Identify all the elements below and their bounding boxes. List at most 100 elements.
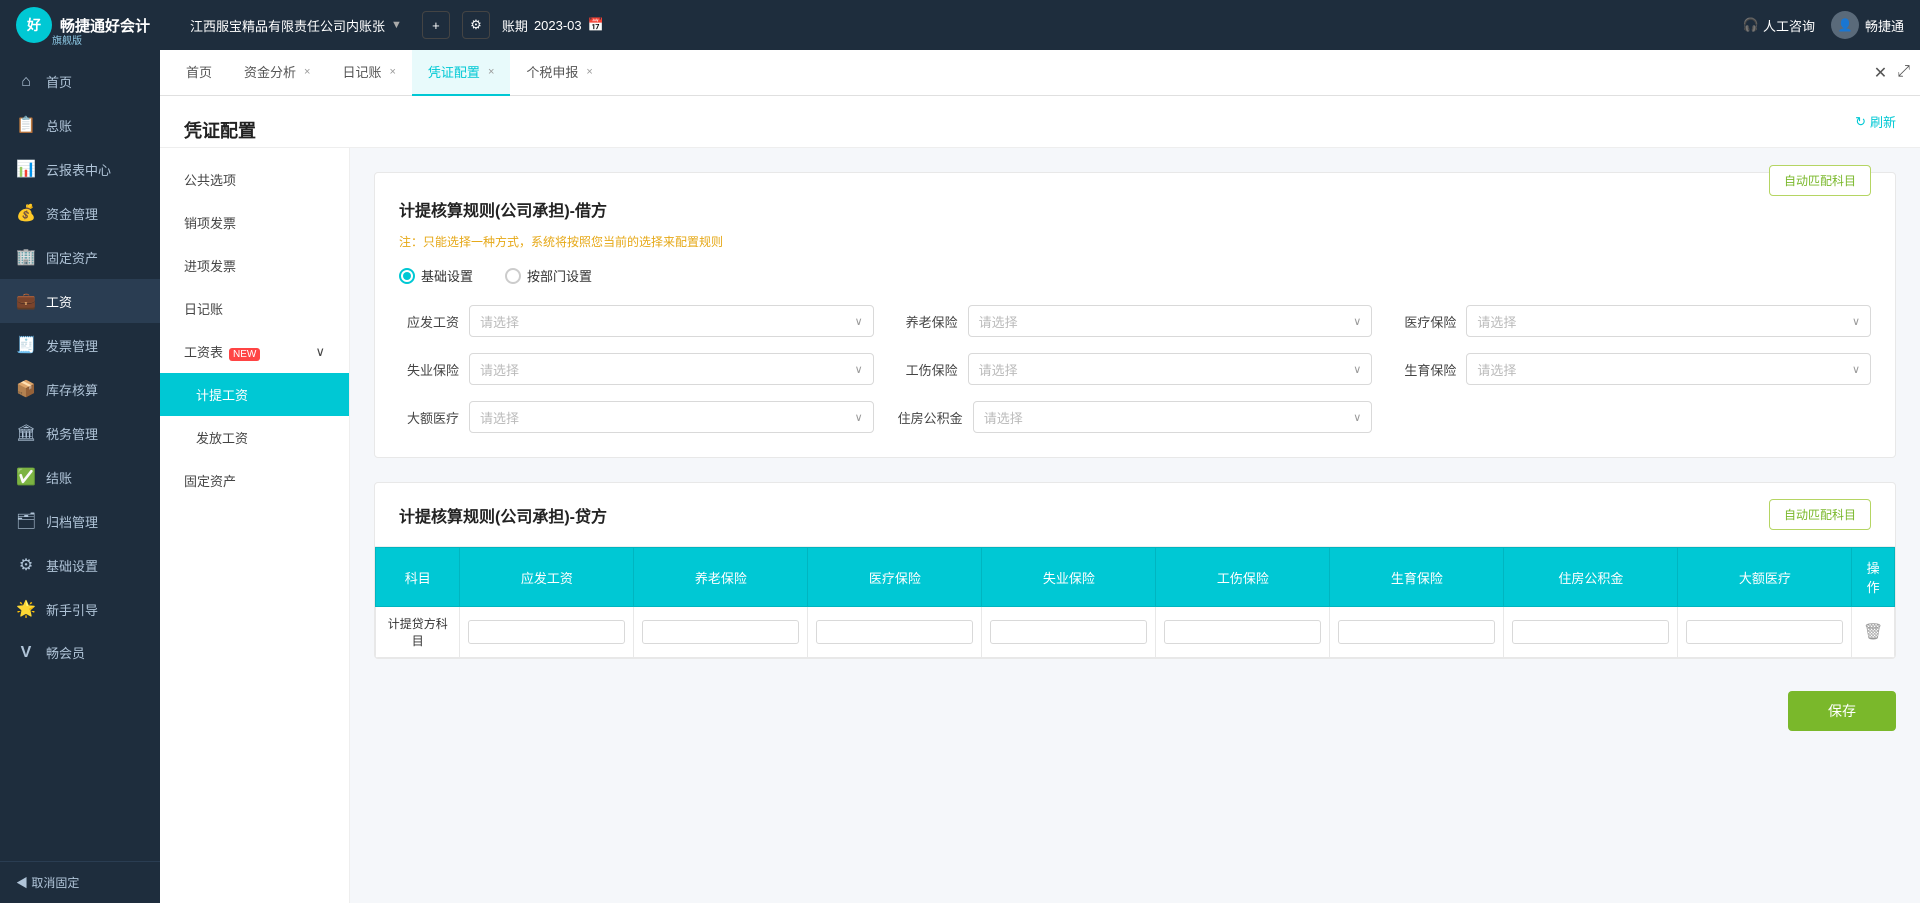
archive-icon: 🗂 (16, 511, 36, 531)
tab-voucher-config-label: 凭证配置 (428, 62, 480, 81)
select-yf-salary-arrow: ∨ (855, 315, 863, 328)
tab-tax-report-close[interactable]: × (586, 66, 592, 78)
customer-service-label: 人工咨询 (1763, 16, 1815, 35)
form-area: 计提核算规则(公司承担)-借方 注：只能选择一种方式，系统将按照您当前的选择来配… (350, 148, 1920, 903)
cell-injury[interactable] (1156, 607, 1330, 658)
sidebar-item-label: 固定资产 (46, 248, 98, 267)
select-maternity[interactable]: 请选择 ∨ (1466, 353, 1871, 385)
sidebar-item-archive[interactable]: 🗂 归档管理 (0, 499, 160, 543)
sidebar-item-salary[interactable]: 💼 工资 (0, 279, 160, 323)
sidebar-item-invoice[interactable]: 🧾 发票管理 (0, 323, 160, 367)
input-medical[interactable] (816, 620, 973, 644)
cell-yf-salary[interactable] (460, 607, 634, 658)
select-medical[interactable]: 请选择 ∨ (1466, 305, 1871, 337)
logo-icon: 好 (16, 7, 52, 43)
cell-pension[interactable] (634, 607, 808, 658)
customer-service-button[interactable]: 🎧 人工咨询 (1743, 16, 1815, 35)
select-injury-arrow: ∨ (1353, 363, 1361, 376)
refresh-button[interactable]: ↻ 刷新 (1855, 112, 1896, 147)
headphone-icon: 🎧 (1743, 17, 1759, 33)
radio-basic[interactable]: 基础设置 (399, 266, 473, 285)
tab-voucher-config[interactable]: 凭证配置 × (412, 50, 510, 96)
sidebar-item-home[interactable]: ⌂ 首页 (0, 60, 160, 103)
th-pension: 养老保险 (634, 548, 808, 607)
company-selector[interactable]: 江西服宝精品有限责任公司内账张 ▼ (190, 16, 402, 35)
tab-bar: 首页 资金分析 × 日记账 × 凭证配置 × 个税申报 × ✕ ⤢ (160, 50, 1920, 96)
input-pension[interactable] (642, 620, 799, 644)
sidebar-item-guide[interactable]: 🌟 新手引导 (0, 587, 160, 631)
unpin-sidebar-button[interactable]: ◀ 取消固定 (0, 861, 160, 903)
settings-icon[interactable]: ⚙ (462, 11, 490, 39)
select-pension-placeholder: 请选择 (979, 312, 1018, 331)
sidebar-item-fund[interactable]: 💰 资金管理 (0, 191, 160, 235)
radio-dept[interactable]: 按部门设置 (505, 266, 592, 285)
select-housing-fund[interactable]: 请选择 ∨ (973, 401, 1373, 433)
credit-section-title: 计提核算规则(公司承担)-贷方 (399, 503, 607, 527)
credit-table-header: 科目 应发工资 养老保险 医疗保险 失业保险 工伤保险 生育保险 住房公积金 大… (376, 548, 1895, 607)
tab-home[interactable]: 首页 (170, 50, 228, 96)
left-nav-public[interactable]: 公共选项 (160, 158, 349, 201)
left-nav-purchase-invoice[interactable]: 进项发票 (160, 244, 349, 287)
user-area[interactable]: 👤 畅捷通 (1831, 11, 1904, 39)
left-nav-sales-invoice[interactable]: 销项发票 (160, 201, 349, 244)
cell-housing[interactable] (1504, 607, 1678, 658)
sidebar-item-report[interactable]: 📊 云报表中心 (0, 147, 160, 191)
select-pension[interactable]: 请选择 ∨ (968, 305, 1373, 337)
save-button[interactable]: 保存 (1788, 691, 1896, 731)
tab-expand-icon[interactable]: ⤢ (1897, 63, 1910, 83)
cell-major-medical[interactable] (1678, 607, 1852, 658)
sidebar-item-vip[interactable]: V 畅会员 (0, 631, 160, 674)
tab-tax-report[interactable]: 个税申报 × (510, 50, 608, 96)
input-yf-salary[interactable] (468, 620, 625, 644)
select-injury-placeholder: 请选择 (979, 360, 1018, 379)
debit-auto-match-button[interactable]: 自动匹配科目 (1769, 165, 1871, 196)
label-medical: 医疗保险 (1396, 312, 1456, 331)
select-major-medical[interactable]: 请选择 ∨ (469, 401, 874, 433)
input-unemployment[interactable] (990, 620, 1147, 644)
left-nav-payroll-header[interactable]: 工资表NEW ∨ (160, 330, 349, 373)
sidebar-item-ledger[interactable]: 📋 总账 (0, 103, 160, 147)
sidebar-item-tax[interactable]: 🏛 税务管理 (0, 411, 160, 455)
calendar-icon[interactable]: 📅 (588, 17, 604, 33)
select-unemployment[interactable]: 请选择 ∨ (469, 353, 874, 385)
label-pension: 养老保险 (898, 312, 958, 331)
input-injury[interactable] (1164, 620, 1321, 644)
tab-close-all-icon[interactable]: ✕ (1874, 63, 1887, 83)
refresh-icon: ↻ (1855, 114, 1866, 130)
radio-dept-circle (505, 268, 521, 284)
credit-auto-match-button[interactable]: 自动匹配科目 (1769, 499, 1871, 530)
input-housing[interactable] (1512, 620, 1669, 644)
sidebar-item-label: 云报表中心 (46, 160, 111, 179)
th-subject: 科目 (376, 548, 460, 607)
add-button[interactable]: + (422, 11, 450, 39)
report-icon: 📊 (16, 159, 36, 179)
sidebar-item-asset[interactable]: 🏢 固定资产 (0, 235, 160, 279)
sidebar-item-label: 发票管理 (46, 336, 98, 355)
invoice-icon: 🧾 (16, 335, 36, 355)
tab-fund-analysis-close[interactable]: × (304, 66, 310, 78)
sidebar-item-settings[interactable]: ⚙ 基础设置 (0, 543, 160, 587)
cell-unemployment[interactable] (982, 607, 1156, 658)
tab-journal-close[interactable]: × (389, 66, 395, 78)
cell-medical[interactable] (808, 607, 982, 658)
input-maternity[interactable] (1338, 620, 1495, 644)
tab-fund-analysis[interactable]: 资金分析 × (228, 50, 326, 96)
debit-section-title: 计提核算规则(公司承担)-借方 (399, 197, 723, 221)
input-major-medical[interactable] (1686, 620, 1843, 644)
select-unemployment-arrow: ∨ (855, 363, 863, 376)
cell-action: 🗑 (1852, 607, 1895, 658)
sidebar-item-inventory[interactable]: 📦 库存核算 (0, 367, 160, 411)
left-nav-fixed-asset[interactable]: 固定资产 (160, 459, 349, 502)
cell-maternity[interactable] (1330, 607, 1504, 658)
sidebar-item-closing[interactable]: ✅ 结账 (0, 455, 160, 499)
select-injury[interactable]: 请选择 ∨ (968, 353, 1373, 385)
sidebar-item-label: 结账 (46, 468, 72, 487)
tab-voucher-config-close[interactable]: × (488, 66, 494, 78)
select-yf-salary[interactable]: 请选择 ∨ (469, 305, 874, 337)
tab-journal[interactable]: 日记账 × (326, 50, 411, 96)
left-nav-pay[interactable]: 发放工资 (160, 416, 349, 459)
left-nav-journal[interactable]: 日记账 (160, 287, 349, 330)
page-body: 公共选项 销项发票 进项发票 日记账 工资表NEW ∨ 计提工资 发放工资 固定… (160, 148, 1920, 903)
left-nav-accrual[interactable]: 计提工资 (160, 373, 349, 416)
delete-row-button[interactable]: 🗑 (1863, 624, 1883, 641)
